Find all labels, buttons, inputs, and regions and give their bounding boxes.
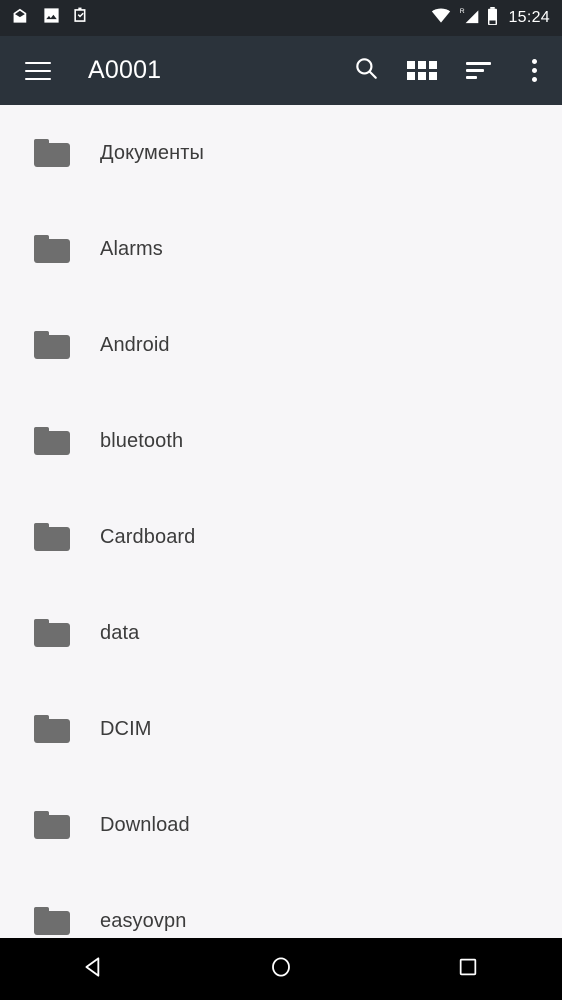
more-vertical-icon: [531, 59, 537, 82]
search-icon: [353, 55, 379, 86]
list-item-label: bluetooth: [100, 429, 184, 452]
folder-icon: [34, 331, 70, 359]
list-item[interactable]: bluetooth: [0, 393, 562, 489]
home-button[interactable]: [187, 938, 374, 1000]
grid-view-icon: [407, 61, 437, 80]
recents-square-icon: [457, 956, 479, 983]
signal-roaming-group: R: [458, 7, 480, 29]
list-item-label: Документы: [100, 141, 204, 164]
list-item[interactable]: DCIM: [0, 681, 562, 777]
home-circle-icon: [269, 955, 293, 984]
toolbar-actions: [338, 36, 562, 105]
page-title: A0001: [88, 56, 162, 84]
list-item[interactable]: data: [0, 585, 562, 681]
list-item-label: data: [100, 621, 140, 644]
list-item[interactable]: Alarms: [0, 201, 562, 297]
clipboard-check-icon: [72, 6, 91, 30]
status-clock: 15:24: [508, 9, 550, 26]
battery-icon: [487, 6, 498, 30]
list-item-label: Android: [100, 333, 170, 356]
folder-icon: [34, 523, 70, 551]
sort-button[interactable]: [450, 36, 506, 105]
folder-icon: [34, 427, 70, 455]
list-item-label: DCIM: [100, 717, 152, 740]
folder-icon: [34, 235, 70, 263]
notification-icons: [12, 6, 91, 30]
list-item[interactable]: Документы: [0, 105, 562, 201]
list-item[interactable]: easyovpn: [0, 873, 562, 938]
folder-icon: [34, 619, 70, 647]
folder-icon: [34, 907, 70, 935]
list-item[interactable]: Download: [0, 777, 562, 873]
list-item-label: Download: [100, 813, 190, 836]
list-item-label: easyovpn: [100, 909, 187, 932]
list-item-label: Alarms: [100, 237, 163, 260]
list-item[interactable]: Android: [0, 297, 562, 393]
folder-icon: [34, 715, 70, 743]
svg-text:R: R: [460, 8, 465, 15]
grid-view-button[interactable]: [394, 36, 450, 105]
image-icon: [42, 6, 61, 30]
file-list[interactable]: Документы Alarms Android bluetooth Cardb: [0, 105, 562, 938]
android-navigation-bar: [0, 938, 562, 1000]
system-status-icons: R 15:24: [431, 6, 550, 30]
sort-icon: [465, 62, 491, 79]
list-item-label: Cardboard: [100, 525, 196, 548]
phone-screen: R 15:24 A0001 Документы Alarms Android b…: [0, 0, 562, 1000]
folder-icon: [34, 811, 70, 839]
list-item[interactable]: Cardboard: [0, 489, 562, 585]
status-bar: R 15:24: [0, 0, 562, 36]
overflow-menu-button[interactable]: [506, 36, 562, 105]
back-button[interactable]: [0, 938, 187, 1000]
hamburger-menu-icon[interactable]: [12, 36, 64, 105]
recents-button[interactable]: [375, 938, 562, 1000]
search-button[interactable]: [338, 36, 394, 105]
folder-icon: [34, 139, 70, 167]
app-toolbar: A0001: [0, 36, 562, 105]
back-triangle-icon: [81, 954, 107, 985]
mail-open-icon: [12, 6, 31, 30]
wifi-icon: [431, 8, 451, 29]
